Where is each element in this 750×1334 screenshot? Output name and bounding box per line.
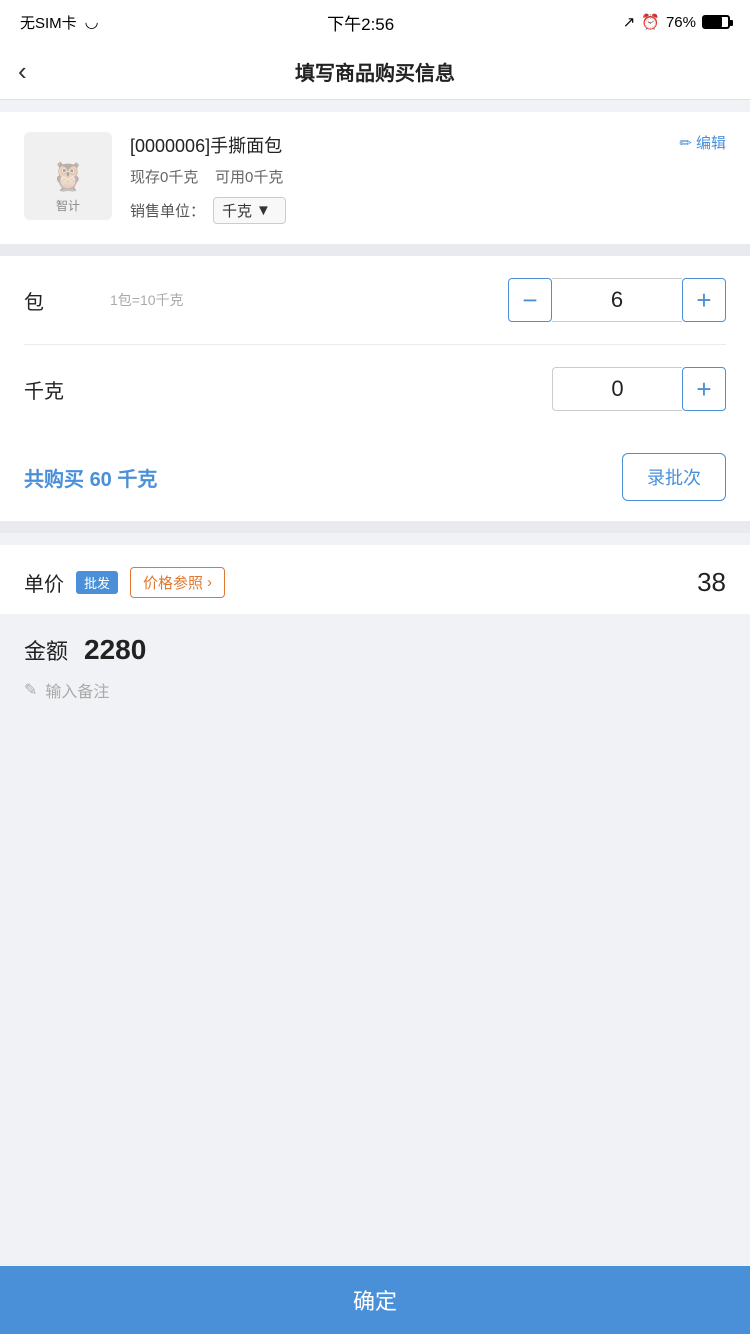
status-bar: 无SIM卡 ◡︎ 下午2:56 ↗ ⏰ 76% (0, 0, 750, 44)
amount-label: 金额 (24, 634, 68, 666)
unit-select[interactable]: 千克 ▼ (213, 197, 286, 224)
price-ref-label: 价格参照 (143, 572, 203, 593)
price-tag: 批发 (76, 571, 118, 594)
price-value: 38 (697, 567, 726, 598)
total-text: 共购买 60 千克 (24, 463, 157, 492)
total-prefix: 共购买 (24, 469, 84, 491)
unit-dropdown-icon: ▼ (256, 202, 271, 219)
alarm-icon: ⏰ (641, 13, 660, 31)
wifi-icon: ◡︎ (85, 12, 99, 32)
separator-2 (0, 521, 750, 533)
edit-icon: ✏ (679, 134, 692, 152)
main-content: 🦉 智计 [0000006]手撕面包 ✏ 编辑 现存0千克 可用0千克 销售单位… (0, 112, 750, 1080)
page-spacer (0, 712, 750, 1012)
nav-bar: ‹ 填写商品购买信息 (0, 44, 750, 100)
product-image: 🦉 智计 (24, 132, 112, 220)
product-stock: 现存0千克 可用0千克 (130, 166, 726, 187)
kg-qty-control: + (552, 367, 726, 411)
bao-minus-button[interactable]: − (508, 278, 552, 322)
amount-section: 金额 2280 ✎ 输入备注 (0, 614, 750, 712)
input-section: 包 1包=10千克 − + 千克 + (0, 256, 750, 433)
unit-value: 千克 (222, 200, 252, 221)
product-img-sublabel: 智计 (56, 197, 80, 214)
page-title: 填写商品购买信息 (295, 57, 455, 86)
status-time: 下午2:56 (327, 10, 394, 35)
kg-input[interactable] (552, 367, 682, 411)
pencil-icon: ✎ (24, 680, 37, 700)
battery-percent: 76% (666, 14, 696, 31)
bao-hint: 1包=10千克 (110, 290, 508, 310)
available-label: 可用0千克 (215, 169, 283, 186)
status-right: ↗ ⏰ 76% (623, 13, 730, 31)
bao-input[interactable] (552, 278, 682, 322)
kg-row: 千克 + (24, 345, 726, 433)
location-icon: ↗ (623, 13, 636, 31)
note-label: 输入备注 (45, 678, 109, 702)
product-info: [0000006]手撕面包 ✏ 编辑 现存0千克 可用0千克 销售单位： 千克 … (130, 132, 726, 224)
price-section: 单价 批发 价格参照 › 38 (0, 545, 750, 614)
amount-value: 2280 (84, 634, 146, 666)
stock-label: 现存0千克 (130, 169, 198, 186)
bao-qty-control: − + (508, 278, 726, 322)
bao-plus-button[interactable]: + (682, 278, 726, 322)
kg-label: 千克 (24, 375, 104, 404)
product-name: [0000006]手撕面包 (130, 132, 282, 158)
total-unit: 千克 (117, 469, 157, 491)
confirm-label: 确定 (353, 1284, 397, 1316)
status-left: 无SIM卡 ◡︎ (20, 12, 99, 33)
product-card: 🦉 智计 [0000006]手撕面包 ✏ 编辑 现存0千克 可用0千克 销售单位… (0, 112, 750, 244)
confirm-button[interactable]: 确定 (0, 1266, 750, 1334)
note-row[interactable]: ✎ 输入备注 (24, 678, 726, 702)
back-button[interactable]: ‹ (18, 56, 27, 87)
edit-button[interactable]: ✏ 编辑 (679, 132, 726, 153)
kg-plus-button[interactable]: + (682, 367, 726, 411)
edit-label: 编辑 (696, 132, 726, 153)
price-ref-button[interactable]: 价格参照 › (130, 567, 225, 598)
price-ref-arrow: › (207, 574, 212, 591)
bao-label: 包 (24, 286, 104, 315)
bao-row: 包 1包=10千克 − + (24, 256, 726, 345)
product-unit-row: 销售单位： 千克 ▼ (130, 197, 726, 224)
separator-1 (0, 244, 750, 256)
price-label: 单价 (24, 568, 64, 597)
batch-button[interactable]: 录批次 (622, 453, 726, 501)
product-img-logo: 🦉 (51, 160, 86, 193)
price-row: 单价 批发 价格参照 › 38 (24, 567, 726, 598)
unit-label-text: 销售单位： (130, 200, 205, 221)
total-row: 共购买 60 千克 录批次 (0, 433, 750, 521)
total-value: 60 (90, 469, 112, 491)
amount-row: 金额 2280 (24, 634, 726, 666)
carrier-label: 无SIM卡 (20, 12, 77, 33)
battery-icon (702, 15, 730, 29)
